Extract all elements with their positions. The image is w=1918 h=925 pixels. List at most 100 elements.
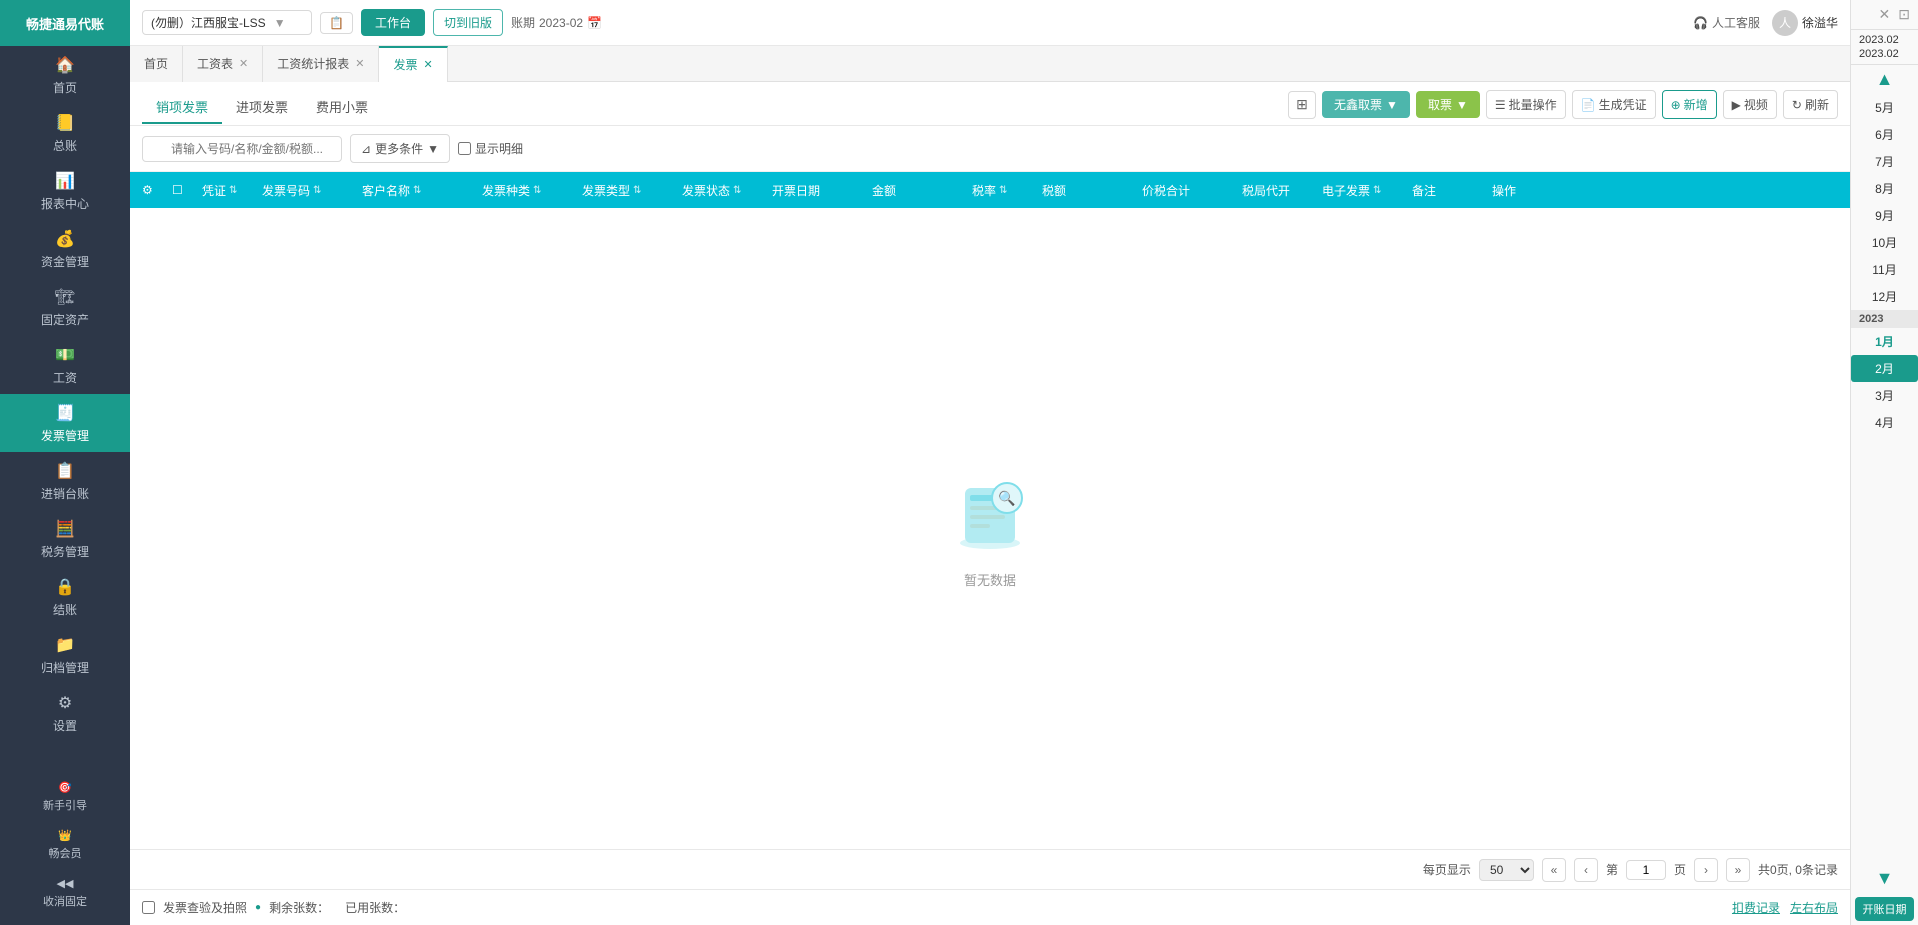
sidebar-item-archive[interactable]: 📁归档管理 [0,626,130,684]
date-list: 5月6月7月8月9月10月11月12月20231月2月3月4月 [1851,94,1918,864]
close-panel-button[interactable]: ✕ [1877,4,1893,25]
prev-page-button[interactable]: ‹ [1574,858,1598,882]
month-item-2023-1[interactable]: 1月 [1851,328,1918,355]
user-info[interactable]: 人 徐溢华 [1772,10,1838,36]
collapse-label: 收消固定 [43,893,87,909]
maximize-panel-button[interactable]: ⊡ [1896,4,1912,25]
month-item-prev-10[interactable]: 10月 [1851,229,1918,256]
switch-version-button[interactable]: 切到旧版 [433,9,503,36]
sub-tab-sales[interactable]: 销项发票 [142,91,222,124]
date-nav-down-icon[interactable]: ▼ [1876,868,1894,889]
sub-tab-purchase[interactable]: 进项发票 [222,91,302,124]
table-view-button[interactable]: ⊞ [1288,91,1316,119]
month-item-2023-2[interactable]: 2月 [1851,355,1918,382]
month-item-prev-9[interactable]: 9月 [1851,202,1918,229]
sidebar-item-ledger[interactable]: 📒总账 [0,104,130,162]
th-voucher[interactable]: 凭证⇅ [194,182,254,199]
month-item-prev-11[interactable]: 11月 [1851,256,1918,283]
leftright-link[interactable]: 左右布局 [1790,899,1838,916]
sidebar-item-close[interactable]: 🔒结账 [0,568,130,626]
calendar-icon[interactable]: 📅 [587,16,602,30]
sidebar-bottom-item-vip[interactable]: 👑畅会员 [0,821,130,869]
video-icon: ▶ [1732,98,1741,112]
th-customer[interactable]: 客户名称⇅ [354,182,474,199]
tab-home[interactable]: 首页 [130,46,183,82]
th-tax_rate[interactable]: 税率⇅ [964,182,1034,199]
month-item-prev-7[interactable]: 7月 [1851,148,1918,175]
svg-text:🔍: 🔍 [998,489,1015,507]
sidebar: 畅捷通易代账 🏠首页📒总账📊报表中心💰资金管理🏗固定资产💵工资🧾发票管理📋进销台… [0,0,130,925]
tab-close-payroll-stats[interactable]: ✕ [355,57,364,70]
sidebar-item-home[interactable]: 🏠首页 [0,46,130,104]
workbench-button[interactable]: 工作台 [361,9,425,36]
batch-op-button[interactable]: ☰ 批量操作 [1486,90,1566,119]
th-status[interactable]: 发票状态⇅ [674,182,764,199]
more-filter-button[interactable]: ⊿ 更多条件 ▼ [350,134,450,163]
settings-icon: ⚙ [58,693,72,713]
th-invoice_category[interactable]: 发票类型⇅ [574,182,674,199]
tab-close-invoice[interactable]: ✕ [424,58,433,71]
show-detail-checkbox[interactable]: 显示明细 [458,140,523,157]
month-item-2023-3[interactable]: 3月 [1851,382,1918,409]
add-button[interactable]: ⊕ 新增 [1662,90,1717,119]
search-input[interactable] [142,136,342,162]
page-input[interactable] [1626,860,1666,880]
sidebar-item-reports[interactable]: 📊报表中心 [0,162,130,220]
no-invoice-button[interactable]: 无鑫取票 ▼ [1322,91,1410,118]
th-label-invoice_no: 发票号码 [262,182,310,199]
sidebar-collapse[interactable]: ◀◀ 收消固定 [0,869,130,917]
sidebar-item-settings[interactable]: ⚙设置 [0,684,130,742]
sort-icon-status: ⇅ [733,185,741,196]
page-suffix: 页 [1674,861,1686,878]
month-item-2023-4[interactable]: 4月 [1851,409,1918,436]
date-nav-up-icon[interactable]: ▲ [1876,69,1894,90]
add-label: 新增 [1684,96,1708,113]
invoice-button[interactable]: 取票 ▼ [1416,91,1480,118]
detail-checkbox[interactable] [458,142,471,155]
month-item-prev-8[interactable]: 8月 [1851,175,1918,202]
tab-invoice[interactable]: 发票✕ [379,46,447,82]
sort-icon-voucher: ⇅ [229,185,237,196]
empty-state: 🔍 暂无数据 [945,468,1035,589]
guide-icon: 🎯 [58,781,72,794]
support-button[interactable]: 🎧 人工客服 [1693,14,1760,31]
sidebar-item-fixed-assets[interactable]: 🏗固定资产 [0,278,130,336]
copy-button[interactable]: 📋 [320,12,353,34]
tab-payroll[interactable]: 工资表✕ [183,46,263,82]
verify-checkbox[interactable] [142,901,155,914]
tab-payroll-stats[interactable]: 工资统计报表✕ [263,46,379,82]
sidebar-item-funds[interactable]: 💰资金管理 [0,220,130,278]
period-info: 账期 2023-02 📅 [511,14,602,31]
open-period-button[interactable]: 开账日期 [1855,897,1914,921]
content-area: 销项发票进项发票费用小票 ⊞ 无鑫取票 ▼ 取票 ▼ ☰ 批量操作 [130,82,1850,925]
month-item-prev-5[interactable]: 5月 [1851,94,1918,121]
table-icon: ⊞ [1296,96,1308,113]
sidebar-item-invoice-mgmt[interactable]: 🧾发票管理 [0,394,130,452]
first-page-button[interactable]: « [1542,858,1566,882]
gen-voucher-button[interactable]: 📄 生成凭证 [1572,90,1656,119]
refresh-button[interactable]: ↻ 刷新 [1783,90,1838,119]
top-header: (勿删）江西服宝-LSS ▼ 📋 工作台 切到旧版 账期 2023-02 📅 🎧… [130,0,1850,46]
sidebar-item-tax-mgmt[interactable]: 🧮税务管理 [0,510,130,568]
company-selector[interactable]: (勿删）江西服宝-LSS ▼ [142,10,312,35]
reports-icon: 📊 [55,171,75,191]
next-page-button[interactable]: › [1694,858,1718,882]
th-invoice_type[interactable]: 发票种类⇅ [474,182,574,199]
sort-icon-invoice_category: ⇅ [633,185,641,196]
tab-close-payroll[interactable]: ✕ [239,57,248,70]
th-e_invoice[interactable]: 电子发票⇅ [1314,182,1404,199]
sort-icon-e_invoice: ⇅ [1373,185,1381,196]
sidebar-item-sales-ledger[interactable]: 📋进销台账 [0,452,130,510]
per-page-select[interactable]: 50 10 20 100 [1479,859,1534,881]
sidebar-item-payroll[interactable]: 💵工资 [0,336,130,394]
table-header: ⚙☐凭证⇅发票号码⇅客户名称⇅发票种类⇅发票类型⇅发票状态⇅开票日期金额税率⇅税… [130,172,1850,208]
last-page-button[interactable]: » [1726,858,1750,882]
th-label-action: 操作 [1492,182,1516,199]
sidebar-bottom-item-guide[interactable]: 🎯新手引导 [0,773,130,821]
th-invoice_no[interactable]: 发票号码⇅ [254,182,354,199]
add-count-link[interactable]: 扣费记录 [1732,899,1780,916]
month-item-prev-12[interactable]: 12月 [1851,283,1918,310]
video-button[interactable]: ▶ 视频 [1723,90,1777,119]
sub-tab-expense[interactable]: 费用小票 [302,91,382,124]
month-item-prev-6[interactable]: 6月 [1851,121,1918,148]
